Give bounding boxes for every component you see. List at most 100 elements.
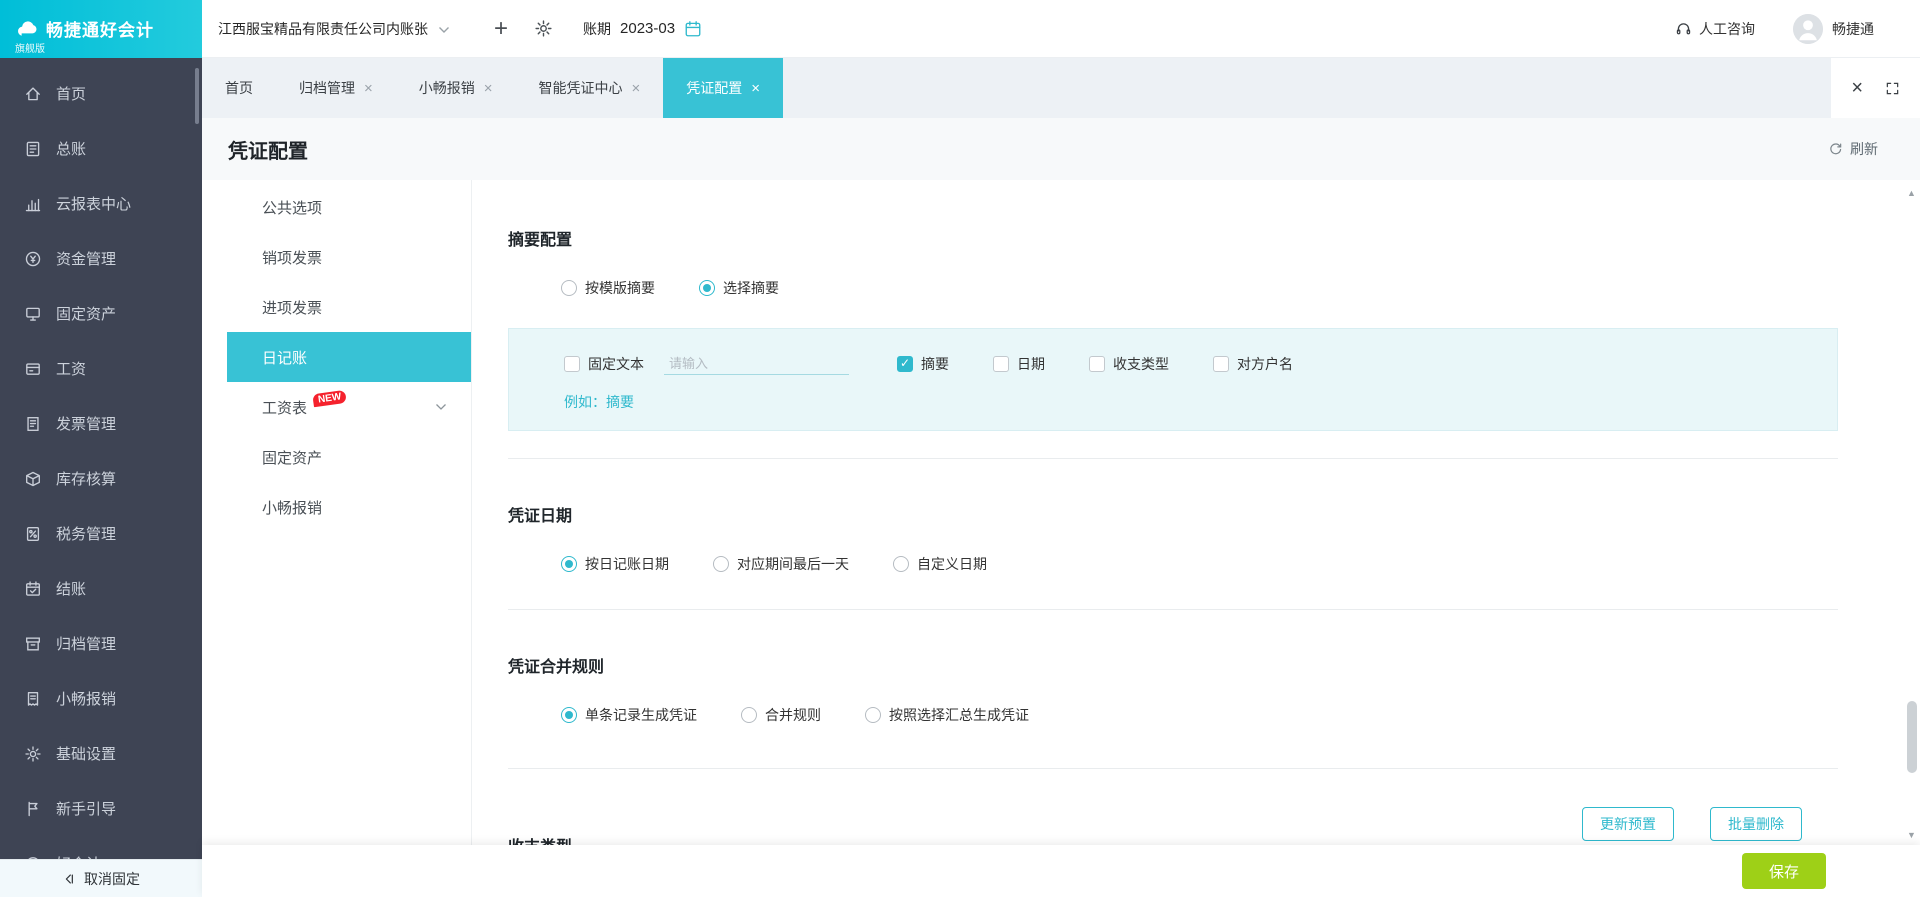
sidebar-item-label: 小畅报销: [56, 691, 117, 708]
radio-icon[interactable]: [561, 707, 577, 723]
section-title-summary: 摘要配置: [508, 232, 573, 249]
radio-period-last-day[interactable]: 对应期间最后一天: [713, 554, 849, 574]
sidebar-item-closing[interactable]: 结账: [0, 561, 202, 616]
close-icon[interactable]: ×: [1851, 78, 1863, 98]
submenu-item-journal[interactable]: 日记账: [227, 332, 471, 382]
submenu-label: 进项发票: [262, 299, 323, 317]
submenu-item-common[interactable]: 公共选项: [227, 182, 471, 232]
fixed-text-input[interactable]: [664, 353, 849, 375]
gear-icon[interactable]: [534, 19, 553, 38]
checkbox-icon[interactable]: [993, 356, 1009, 372]
sidebar-item-label: 归档管理: [56, 636, 117, 653]
main-area: 凭证配置 刷新 公共选项 销项发票 进项发票 日记账 工资表 NEW 固定资产 …: [202, 118, 1920, 897]
tab-home[interactable]: 首页: [202, 58, 276, 118]
tab-label: 智能凭证中心: [538, 80, 623, 96]
tab-voucher-config[interactable]: 凭证配置 ×: [663, 58, 784, 118]
radio-custom-date[interactable]: 自定义日期: [893, 554, 987, 574]
scroll-up-arrow[interactable]: ▲: [1905, 186, 1918, 199]
radio-icon[interactable]: [561, 280, 577, 296]
sidebar-scrollbar[interactable]: [195, 68, 199, 124]
checkbox-icon[interactable]: [1213, 356, 1229, 372]
radio-icon[interactable]: [865, 707, 881, 723]
radio-select-summary[interactable]: 选择摘要: [699, 278, 779, 298]
sidebar-item-inventory[interactable]: 库存核算: [0, 451, 202, 506]
sidebar-item-tax[interactable]: 税务管理: [0, 506, 202, 561]
fullscreen-icon[interactable]: [1885, 81, 1900, 96]
sidebar-item-guide[interactable]: 新手引导: [0, 781, 202, 836]
accounting-period[interactable]: 账期 2023-03: [583, 19, 702, 39]
sidebar-item-ledger[interactable]: 总账: [0, 121, 202, 176]
tab-voucher-center[interactable]: 智能凭证中心 ×: [516, 58, 664, 118]
submenu-item-fixed-assets[interactable]: 固定资产: [227, 432, 471, 482]
save-button[interactable]: 保存: [1742, 853, 1826, 889]
checkbox-summary[interactable]: 摘要: [897, 354, 949, 374]
checkbox-icon[interactable]: [897, 356, 913, 372]
checkbox-fixed-text[interactable]: 固定文本: [564, 354, 644, 374]
edition-badge: 旗舰版: [15, 43, 45, 55]
chevron-down-icon[interactable]: [435, 403, 447, 411]
checkbox-label: 日期: [1017, 356, 1045, 372]
radio-icon[interactable]: [741, 707, 757, 723]
radio-summarized[interactable]: 按照选择汇总生成凭证: [865, 705, 1029, 725]
sidebar-item-salary[interactable]: 工资: [0, 341, 202, 396]
submenu-label: 固定资产: [262, 449, 323, 467]
sidebar-item-settings[interactable]: 基础设置: [0, 726, 202, 781]
sidebar-item-home[interactable]: 首页: [0, 66, 202, 121]
date-radio-group: 按日记账日期 对应期间最后一天 自定义日期: [561, 554, 1838, 574]
tab-close-icon[interactable]: ×: [364, 81, 373, 96]
invoice-icon: [24, 415, 42, 433]
radio-icon[interactable]: [713, 556, 729, 572]
radio-merge-rule[interactable]: 合并规则: [741, 705, 821, 725]
unpin-sidebar-button[interactable]: 取消固定: [0, 859, 202, 897]
radio-single-record[interactable]: 单条记录生成凭证: [561, 705, 697, 725]
update-preset-button[interactable]: 更新预置: [1582, 807, 1674, 841]
sidebar-item-label: 库存核算: [56, 471, 117, 488]
company-selector[interactable]: 江西服宝精品有限责任公司内账张: [218, 19, 450, 39]
topbar-right: 人工咨询 畅捷通: [1675, 13, 1874, 44]
checkbox-icon[interactable]: [1089, 356, 1105, 372]
vertical-scrollbar[interactable]: [1907, 701, 1917, 773]
sidebar-item-cloud-reports[interactable]: 云报表中心: [0, 176, 202, 231]
save-bar: 保存: [202, 845, 1920, 897]
radio-icon[interactable]: [561, 556, 577, 572]
sidebar-item-fixed-assets[interactable]: 固定资产: [0, 286, 202, 341]
sidebar-item-funds[interactable]: 资金管理: [0, 231, 202, 286]
batch-delete-button[interactable]: 批量删除: [1710, 807, 1802, 841]
sidebar-item-archive[interactable]: 归档管理: [0, 616, 202, 671]
sidebar-item-label: 总账: [56, 141, 87, 158]
checkbox-icon[interactable]: [564, 356, 580, 372]
unpin-label: 取消固定: [84, 870, 140, 887]
checkbox-date[interactable]: 日期: [993, 354, 1045, 374]
submenu-item-payroll[interactable]: 工资表 NEW: [227, 382, 471, 432]
tab-close-icon[interactable]: ×: [632, 81, 641, 96]
add-account-button[interactable]: +: [494, 16, 508, 41]
submenu-item-reimburse[interactable]: 小畅报销: [227, 482, 471, 532]
sidebar-item-invoices[interactable]: 发票管理: [0, 396, 202, 451]
scroll-down-arrow[interactable]: ▼: [1905, 828, 1918, 841]
page-title: 凭证配置: [228, 140, 308, 163]
divider: [508, 458, 1838, 459]
tab-close-icon[interactable]: ×: [484, 81, 493, 96]
submenu-label: 公共选项: [262, 199, 323, 217]
radio-icon[interactable]: [893, 556, 909, 572]
checkbox-income-type[interactable]: 收支类型: [1089, 354, 1169, 374]
headset-icon: [1675, 20, 1692, 37]
tab-reimburse[interactable]: 小畅报销 ×: [396, 58, 516, 118]
support-button[interactable]: 人工咨询: [1675, 19, 1755, 39]
submenu-item-purchase-invoice[interactable]: 进项发票: [227, 282, 471, 332]
avatar[interactable]: [1793, 13, 1823, 44]
tab-archive[interactable]: 归档管理 ×: [276, 58, 396, 118]
tab-close-icon[interactable]: ×: [751, 81, 760, 96]
radio-journal-date[interactable]: 按日记账日期: [561, 554, 669, 574]
refresh-button[interactable]: 刷新: [1828, 139, 1878, 159]
radio-icon[interactable]: [699, 280, 715, 296]
user-name[interactable]: 畅捷通: [1832, 19, 1874, 39]
sidebar-item-label: 税务管理: [56, 526, 117, 543]
checkbox-counterparty[interactable]: 对方户名: [1213, 354, 1293, 374]
submenu-item-sales-invoice[interactable]: 销项发票: [227, 232, 471, 282]
salary-icon: [24, 360, 42, 378]
submenu-label: 日记账: [262, 349, 308, 367]
ledger-icon: [24, 140, 42, 158]
radio-template-summary[interactable]: 按模版摘要: [561, 278, 655, 298]
sidebar-item-reimburse[interactable]: 小畅报销: [0, 671, 202, 726]
